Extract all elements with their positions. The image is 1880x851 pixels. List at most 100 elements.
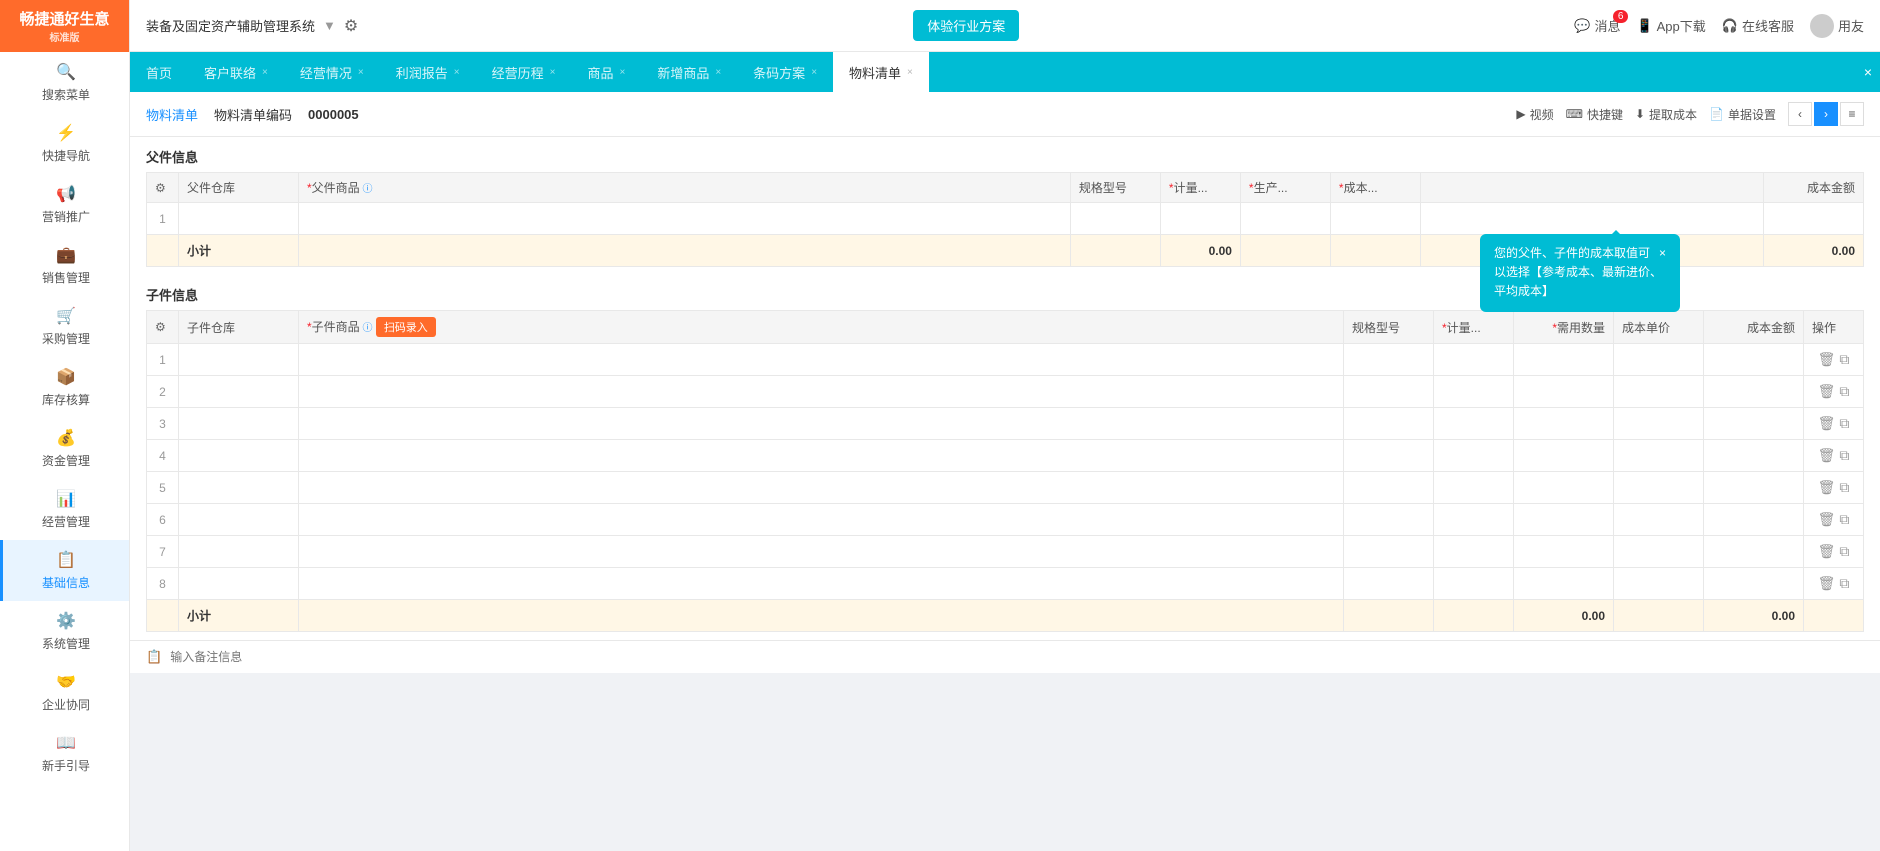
copy-icon[interactable]: ⧉ [1839, 543, 1849, 560]
child-price-cell[interactable] [1614, 376, 1704, 408]
sidebar-item-guide[interactable]: 📖 新手引导 [0, 723, 129, 784]
child-qty-cell[interactable] [1514, 472, 1614, 504]
child-warehouse-cell[interactable] [179, 472, 299, 504]
child-spec-cell[interactable] [1344, 472, 1434, 504]
breadcrumb-home[interactable]: 物料清单 [146, 105, 198, 124]
sidebar-item-basic[interactable]: 📋 基础信息 [0, 540, 129, 601]
parent-table-settings-icon[interactable]: ⚙ [155, 181, 166, 195]
child-qty-cell[interactable] [1514, 408, 1614, 440]
close-all-tabs-button[interactable]: × [1856, 64, 1880, 80]
tab-profit[interactable]: 利润报告 × [380, 52, 476, 92]
child-qty-cell[interactable] [1514, 568, 1614, 600]
child-product-cell[interactable] [299, 472, 1344, 504]
message-button[interactable]: 💬 消息 6 [1574, 16, 1620, 35]
nav-list-button[interactable]: ≡ [1840, 102, 1864, 126]
child-unit-cell[interactable] [1434, 408, 1514, 440]
child-product-cell[interactable] [299, 568, 1344, 600]
nav-next-button[interactable]: › [1814, 102, 1838, 126]
child-unit-cell[interactable] [1434, 568, 1514, 600]
sidebar-item-purchase[interactable]: 🛒 采购管理 [0, 296, 129, 357]
copy-icon[interactable]: ⧉ [1839, 351, 1849, 368]
delete-icon[interactable]: 🗑 [1818, 383, 1836, 400]
child-product-cell[interactable] [299, 408, 1344, 440]
delete-icon[interactable]: 🗑 [1818, 415, 1836, 432]
sidebar-item-operations[interactable]: 📊 经营管理 [0, 479, 129, 540]
child-table-settings-icon[interactable]: ⚙ [155, 320, 166, 334]
child-warehouse-cell[interactable] [179, 376, 299, 408]
child-unit-cell[interactable] [1434, 504, 1514, 536]
child-qty-cell[interactable] [1514, 536, 1614, 568]
child-product-cell[interactable] [299, 440, 1344, 472]
child-spec-cell[interactable] [1344, 504, 1434, 536]
tab-operation-close-icon[interactable]: × [358, 67, 364, 78]
copy-icon[interactable]: ⧉ [1839, 479, 1849, 496]
copy-icon[interactable]: ⧉ [1839, 511, 1849, 528]
tab-product-close-icon[interactable]: × [619, 67, 625, 78]
tab-new-product-close-icon[interactable]: × [715, 67, 721, 78]
delete-icon[interactable]: 🗑 [1818, 447, 1836, 464]
child-unit-cell[interactable] [1434, 536, 1514, 568]
delete-icon[interactable]: 🗑 [1818, 511, 1836, 528]
tab-home[interactable]: 首页 [130, 52, 188, 92]
parent-cost-cell[interactable] [1330, 203, 1420, 235]
child-unit-cell[interactable] [1434, 472, 1514, 504]
trial-button[interactable]: 体验行业方案 [913, 10, 1019, 41]
copy-icon[interactable]: ⧉ [1839, 575, 1849, 592]
app-download-button[interactable]: 📱 App下载 [1636, 16, 1705, 35]
child-price-cell[interactable] [1614, 440, 1704, 472]
child-unit-cell[interactable] [1434, 376, 1514, 408]
parent-production-cell[interactable] [1240, 203, 1330, 235]
child-price-cell[interactable] [1614, 408, 1704, 440]
child-product-cell[interactable] [299, 344, 1344, 376]
copy-icon[interactable]: ⧉ [1839, 447, 1849, 464]
child-qty-cell[interactable] [1514, 440, 1614, 472]
child-warehouse-cell[interactable] [179, 440, 299, 472]
scan-input-button[interactable]: 扫码录入 [376, 317, 436, 337]
child-warehouse-cell[interactable] [179, 344, 299, 376]
delete-icon[interactable]: 🗑 [1818, 351, 1836, 368]
sidebar-item-finance[interactable]: 💰 资金管理 [0, 418, 129, 479]
child-price-cell[interactable] [1614, 504, 1704, 536]
child-product-cell[interactable] [299, 536, 1344, 568]
child-unit-cell[interactable] [1434, 344, 1514, 376]
child-price-cell[interactable] [1614, 568, 1704, 600]
settings-gear-icon[interactable]: ⚙ [344, 16, 358, 36]
child-spec-cell[interactable] [1344, 408, 1434, 440]
extract-cost-action[interactable]: ⬇ 提取成本 [1635, 106, 1697, 123]
child-qty-cell[interactable] [1514, 344, 1614, 376]
child-warehouse-cell[interactable] [179, 504, 299, 536]
child-spec-cell[interactable] [1344, 440, 1434, 472]
sidebar-item-search[interactable]: 🔍 搜索菜单 [0, 52, 129, 113]
sidebar-item-marketing[interactable]: 📢 营销推广 [0, 174, 129, 235]
note-input[interactable] [170, 650, 1864, 664]
child-price-cell[interactable] [1614, 344, 1704, 376]
child-price-cell[interactable] [1614, 536, 1704, 568]
single-settings-action[interactable]: 📄 单据设置 [1709, 106, 1776, 123]
delete-icon[interactable]: 🗑 [1818, 543, 1836, 560]
sidebar-item-inventory[interactable]: 📦 库存核算 [0, 357, 129, 418]
child-warehouse-cell[interactable] [179, 408, 299, 440]
delete-icon[interactable]: 🗑 [1818, 575, 1836, 592]
sidebar-item-system[interactable]: ⚙️ 系统管理 [0, 601, 129, 662]
tooltip-close-button[interactable]: × [1659, 244, 1666, 263]
user-menu[interactable]: 用友 [1810, 14, 1864, 38]
child-spec-cell[interactable] [1344, 344, 1434, 376]
parent-spec-cell[interactable] [1070, 203, 1160, 235]
tab-bom[interactable]: 物料清单 × [833, 52, 929, 92]
view-action[interactable]: ▶ 视频 [1516, 106, 1553, 123]
tab-profit-close-icon[interactable]: × [454, 67, 460, 78]
tab-product[interactable]: 商品 × [571, 52, 641, 92]
parent-unit-cell[interactable] [1160, 203, 1240, 235]
tab-history[interactable]: 经营历程 × [476, 52, 572, 92]
child-product-cell[interactable] [299, 504, 1344, 536]
tab-barcode[interactable]: 条码方案 × [737, 52, 833, 92]
child-price-cell[interactable] [1614, 472, 1704, 504]
dropdown-arrow-icon[interactable]: ▼ [323, 18, 336, 33]
online-service-button[interactable]: 🎧 在线客服 [1722, 16, 1794, 35]
sidebar-item-sales[interactable]: 💼 销售管理 [0, 235, 129, 296]
child-warehouse-cell[interactable] [179, 536, 299, 568]
child-warehouse-cell[interactable] [179, 568, 299, 600]
shortcut-action[interactable]: ⌨ 快捷键 [1566, 106, 1623, 123]
child-unit-cell[interactable] [1434, 440, 1514, 472]
sidebar-item-enterprise[interactable]: 🤝 企业协同 [0, 662, 129, 723]
